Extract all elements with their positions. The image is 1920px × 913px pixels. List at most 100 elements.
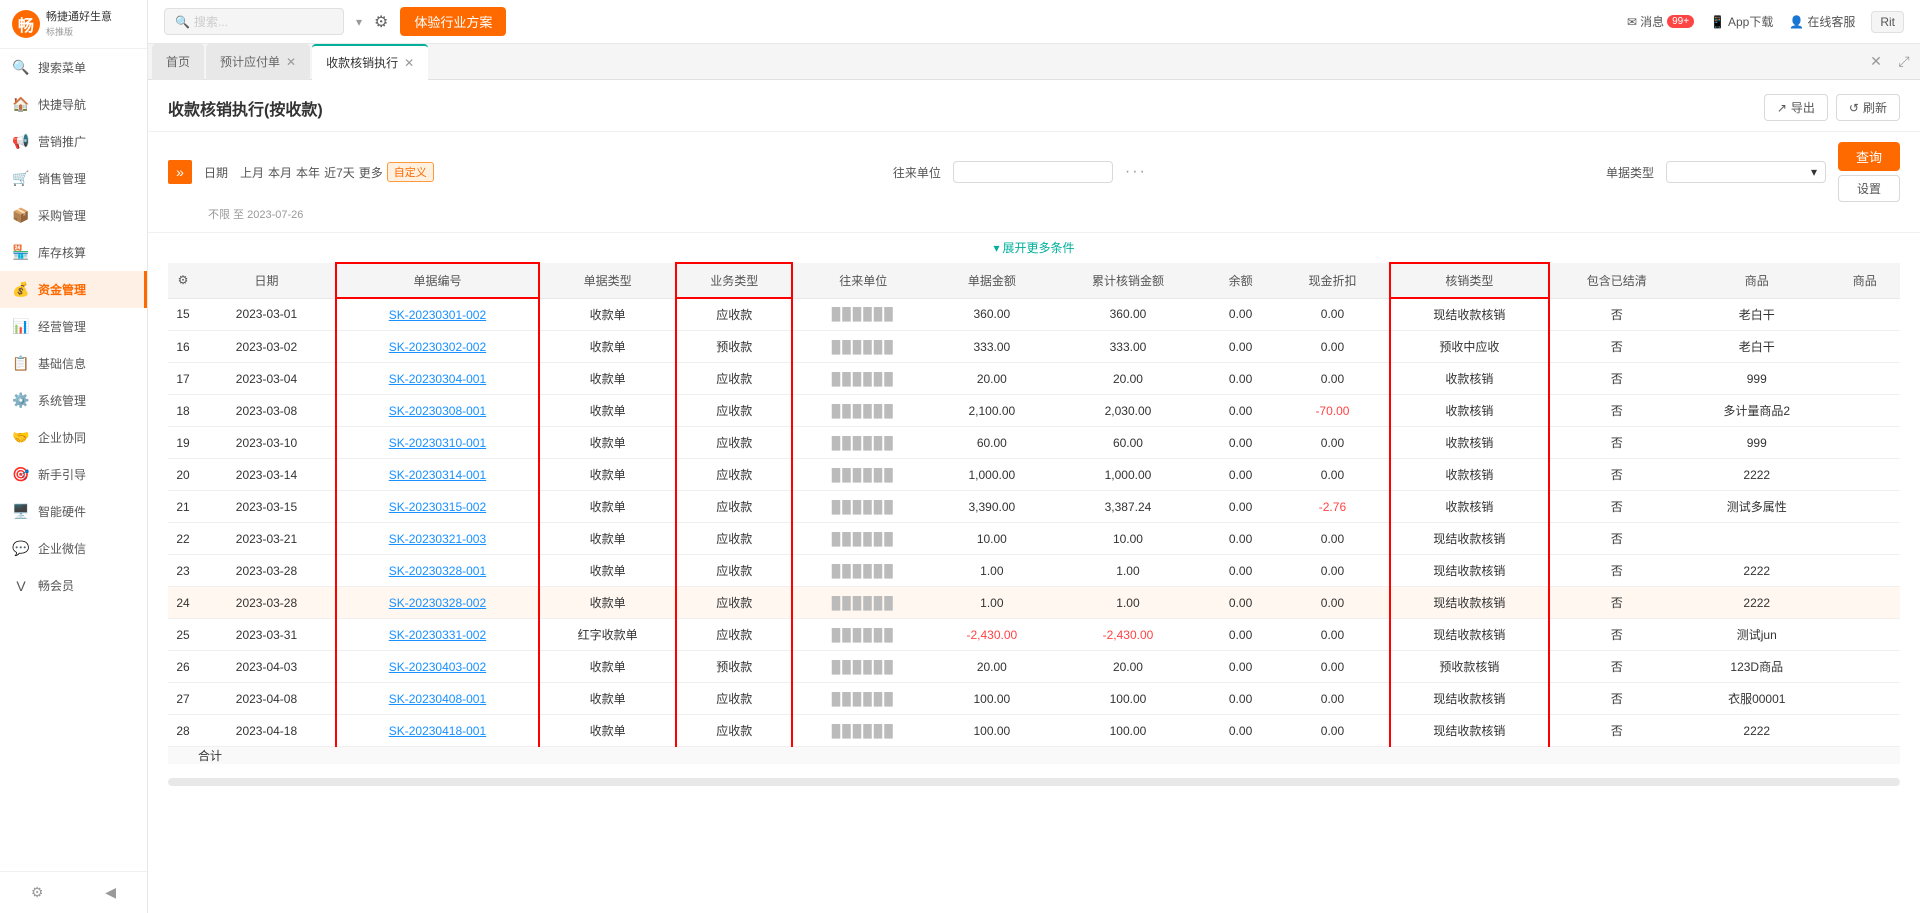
row-cash-discount: 0.00 — [1276, 683, 1390, 715]
table-row: 26 2023-04-03 SK-20230403-002 收款单 预收款 ██… — [168, 651, 1900, 683]
sidebar-item-inventory[interactable]: 🏪 库存核算 — [0, 234, 147, 271]
row-order-no[interactable]: SK-20230314-001 — [336, 459, 539, 491]
sidebar-item-label: 系统管理 — [38, 392, 86, 409]
tab-receipt-exec-close[interactable]: ✕ — [404, 56, 414, 70]
sidebar-item-label: 畅会员 — [38, 577, 74, 594]
row-no: 21 — [168, 491, 198, 523]
filter-row-1: » 日期 上月 本月 本年 近7天 更多 自定义 往来单位 ··· 单据类型 — [168, 142, 1900, 202]
row-partner: ██████ — [792, 491, 933, 523]
row-product1: 衣服00001 — [1684, 683, 1829, 715]
sidebar-collapse-btn[interactable]: ◀ — [101, 880, 120, 905]
topbar-service[interactable]: 👤 在线客服 — [1789, 13, 1855, 30]
logo-badge: 标推版 — [46, 25, 112, 38]
topbar-app-download[interactable]: 📱 App下载 — [1710, 13, 1773, 30]
topbar-gear-icon[interactable]: ⚙ — [374, 12, 388, 32]
sidebar-item-marketing[interactable]: 📢 营销推广 — [0, 123, 147, 160]
query-btn[interactable]: 查询 — [1838, 142, 1900, 171]
row-product2 — [1829, 715, 1900, 747]
tab-home[interactable]: 首页 — [152, 44, 204, 80]
row-order-no[interactable]: SK-20230403-002 — [336, 651, 539, 683]
filter-settings-btn[interactable]: 设置 — [1838, 175, 1900, 202]
filter-partner-input[interactable] — [953, 161, 1113, 183]
filter-expand-btn[interactable]: » — [168, 160, 192, 184]
row-order-no[interactable]: SK-20230331-002 — [336, 619, 539, 651]
user-text[interactable]: Rit — [1871, 11, 1904, 33]
sidebar-item-operation[interactable]: 📊 经营管理 — [0, 308, 147, 345]
tab-close-all-btn[interactable]: ✕ — [1864, 50, 1888, 74]
col-biz-type: 业务类型 — [676, 263, 792, 298]
industry-btn[interactable]: 体验行业方案 — [400, 7, 506, 36]
row-no: 19 — [168, 427, 198, 459]
filter-date-this-month[interactable]: 本月 — [268, 164, 292, 181]
row-order-no[interactable]: SK-20230328-001 — [336, 555, 539, 587]
row-accumulated: 1.00 — [1051, 587, 1206, 619]
filter-voucher-type-select[interactable]: ▾ — [1666, 161, 1826, 183]
tab-maximize-btn[interactable]: ⤢ — [1892, 50, 1916, 74]
sidebar-item-wechat[interactable]: 💬 企业微信 — [0, 530, 147, 567]
row-product1: 2222 — [1684, 459, 1829, 491]
row-cash-discount: 0.00 — [1276, 587, 1390, 619]
filter-date-this-year[interactable]: 本年 — [296, 164, 320, 181]
sidebar-item-quicknav[interactable]: 🏠 快捷导航 — [0, 86, 147, 123]
sidebar-item-system[interactable]: ⚙️ 系统管理 — [0, 382, 147, 419]
sidebar-item-label: 基础信息 — [38, 355, 86, 372]
tab-receipt-exec[interactable]: 收款核销执行 ✕ — [312, 44, 428, 80]
row-accumulated: 1,000.00 — [1051, 459, 1206, 491]
sidebar-item-label: 营销推广 — [38, 133, 86, 150]
refresh-btn[interactable]: ↺ 刷新 — [1836, 94, 1900, 121]
row-product2 — [1829, 427, 1900, 459]
row-order-no[interactable]: SK-20230304-001 — [336, 363, 539, 395]
filter-dots[interactable]: ··· — [1125, 163, 1147, 181]
export-btn[interactable]: ↗ 导出 — [1764, 94, 1828, 121]
col-settings[interactable]: ⚙ — [168, 263, 198, 298]
marketing-icon: 📢 — [12, 133, 30, 150]
filter-date-range: 不限 至 2023-07-26 — [208, 209, 303, 221]
col-product1: 商品 — [1684, 263, 1829, 298]
row-accumulated: 100.00 — [1051, 683, 1206, 715]
topbar-message[interactable]: ✉ 消息 99+ — [1627, 13, 1694, 30]
row-date: 2023-03-15 — [198, 491, 336, 523]
filter-date-last-month[interactable]: 上月 — [240, 164, 264, 181]
expand-more-conditions-btn[interactable]: ▾ 展开更多条件 — [993, 239, 1074, 256]
sidebar-item-enterprise[interactable]: 🤝 企业协同 — [0, 419, 147, 456]
row-accumulated: 20.00 — [1051, 651, 1206, 683]
table-row: 20 2023-03-14 SK-20230314-001 收款单 应收款 ██… — [168, 459, 1900, 491]
filter-date-7days[interactable]: 近7天 — [324, 164, 355, 181]
member-icon: V — [12, 578, 30, 594]
sidebar-item-hardware[interactable]: 🖥️ 智能硬件 — [0, 493, 147, 530]
topbar-search[interactable]: 🔍 搜索... — [164, 8, 344, 35]
sidebar-item-member[interactable]: V 畅会员 — [0, 567, 147, 604]
row-order-no[interactable]: SK-20230308-001 — [336, 395, 539, 427]
filter-date-more[interactable]: 更多 — [359, 164, 383, 181]
filter-custom-btn[interactable]: 自定义 — [387, 162, 434, 182]
sidebar-item-label: 库存核算 — [38, 244, 86, 261]
row-order-no[interactable]: SK-20230301-002 — [336, 298, 539, 331]
table-scroll-bar[interactable] — [168, 778, 1900, 786]
sidebar-item-label: 搜索菜单 — [38, 59, 86, 76]
row-order-no[interactable]: SK-20230328-002 — [336, 587, 539, 619]
row-no: 26 — [168, 651, 198, 683]
sidebar-item-search[interactable]: 🔍 搜索菜单 — [0, 49, 147, 86]
row-biz-type: 应收款 — [676, 587, 792, 619]
row-product2 — [1829, 555, 1900, 587]
topbar-chevron-icon[interactable]: ▾ — [356, 15, 362, 29]
sidebar-item-basic[interactable]: 📋 基础信息 — [0, 345, 147, 382]
row-order-no[interactable]: SK-20230315-002 — [336, 491, 539, 523]
row-order-no[interactable]: SK-20230302-002 — [336, 331, 539, 363]
sidebar-item-purchase[interactable]: 📦 采购管理 — [0, 197, 147, 234]
row-order-no[interactable]: SK-20230310-001 — [336, 427, 539, 459]
row-order-no[interactable]: SK-20230408-001 — [336, 683, 539, 715]
row-verify-type: 现结收款核销 — [1390, 555, 1548, 587]
filter-partner-label: 往来单位 — [893, 164, 941, 181]
tab-prepay-close[interactable]: ✕ — [286, 55, 296, 69]
sidebar-item-guide[interactable]: 🎯 新手引导 — [0, 456, 147, 493]
row-included: 否 — [1549, 619, 1685, 651]
tab-prepay[interactable]: 预计应付单 ✕ — [206, 44, 310, 80]
row-product1: 2222 — [1684, 587, 1829, 619]
row-product2 — [1829, 587, 1900, 619]
sidebar-item-sales[interactable]: 🛒 销售管理 — [0, 160, 147, 197]
row-order-no[interactable]: SK-20230321-003 — [336, 523, 539, 555]
sidebar-item-finance[interactable]: 💰 资金管理 — [0, 271, 147, 308]
row-order-no[interactable]: SK-20230418-001 — [336, 715, 539, 747]
sidebar-settings-btn[interactable]: ⚙ — [27, 880, 48, 905]
